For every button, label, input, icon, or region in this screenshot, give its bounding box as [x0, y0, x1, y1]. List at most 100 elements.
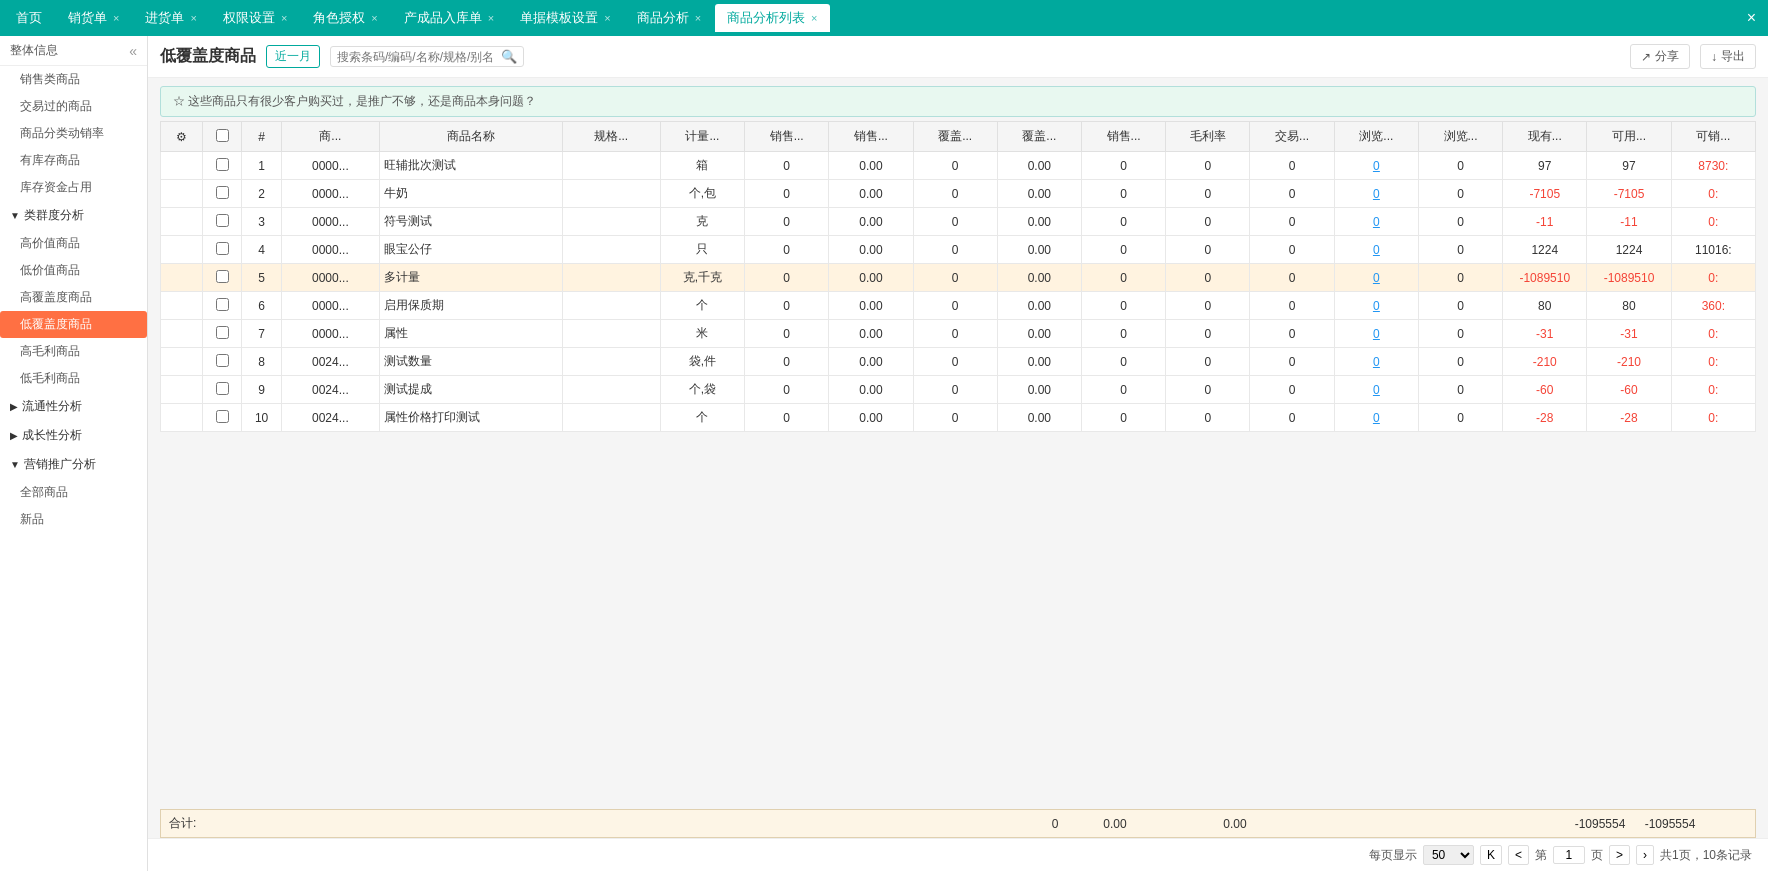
cell-checkbox[interactable]	[203, 404, 242, 432]
sidebar-section-marketing[interactable]: ▼ 营销推广分析	[0, 450, 147, 479]
cell-checkbox[interactable]	[203, 152, 242, 180]
close-icon[interactable]: ×	[190, 12, 196, 24]
row-checkbox[interactable]	[216, 382, 229, 395]
close-icon[interactable]: ×	[811, 12, 817, 24]
sidebar-item-stock-goods[interactable]: 有库存商品	[0, 147, 147, 174]
close-icon[interactable]: ×	[371, 12, 377, 24]
col-gross-header[interactable]: 毛利率	[1166, 122, 1250, 152]
next-page-button[interactable]: >	[1609, 845, 1630, 865]
close-icon[interactable]: ×	[695, 12, 701, 24]
nav-tab-purchase[interactable]: 进货单 ×	[133, 4, 208, 32]
col-name-header[interactable]: 商品名称	[380, 122, 563, 152]
select-all-checkbox[interactable]	[216, 129, 229, 142]
sidebar-item-high-value[interactable]: 高价值商品	[0, 230, 147, 257]
page-number-input[interactable]	[1553, 846, 1585, 864]
sidebar-item-low-coverage[interactable]: 低覆盖度商品	[0, 311, 147, 338]
cell-checkbox[interactable]	[203, 180, 242, 208]
col-cover2-header[interactable]: 覆盖...	[997, 122, 1081, 152]
nav-tab-home[interactable]: 首页	[4, 4, 54, 32]
nav-tab-analysis[interactable]: 商品分析 ×	[625, 4, 713, 32]
row-checkbox[interactable]	[216, 270, 229, 283]
row-checkbox[interactable]	[216, 410, 229, 423]
last-page-button[interactable]: ›	[1636, 845, 1654, 865]
prev-page-button[interactable]: <	[1508, 845, 1529, 865]
sidebar-item-high-margin[interactable]: 高毛利商品	[0, 338, 147, 365]
table-container[interactable]: ⚙ # 商... 商品名称 规格... 计量... 销售... 销售... 覆盖…	[160, 121, 1756, 809]
cell-browse1[interactable]: 0	[1334, 152, 1418, 180]
col-browse1-header[interactable]: 浏览...	[1334, 122, 1418, 152]
nav-tab-roles[interactable]: 角色授权 ×	[301, 4, 389, 32]
cell-checkbox[interactable]	[203, 292, 242, 320]
nav-tab-perms[interactable]: 权限设置 ×	[211, 4, 299, 32]
search-input[interactable]	[337, 50, 497, 64]
sidebar-item-low-value[interactable]: 低价值商品	[0, 257, 147, 284]
col-spec-header[interactable]: 规格...	[562, 122, 660, 152]
nav-tab-template[interactable]: 单据模板设置 ×	[508, 4, 622, 32]
col-settings[interactable]: ⚙	[161, 122, 203, 152]
export-button[interactable]: ↓ 导出	[1700, 44, 1756, 69]
first-page-button[interactable]: K	[1480, 845, 1502, 865]
close-icon[interactable]: ×	[281, 12, 287, 24]
cell-browse1[interactable]: 0	[1334, 348, 1418, 376]
nav-tab-analysis-list[interactable]: 商品分析列表 ×	[715, 4, 829, 32]
row-checkbox[interactable]	[216, 242, 229, 255]
cell-browse1[interactable]: 0	[1334, 292, 1418, 320]
share-button[interactable]: ↗ 分享	[1630, 44, 1690, 69]
sidebar-item-category-rate[interactable]: 商品分类动销率	[0, 120, 147, 147]
cell-salable: 0:	[1671, 208, 1755, 236]
row-checkbox[interactable]	[216, 214, 229, 227]
nav-tab-sales[interactable]: 销货单 ×	[56, 4, 131, 32]
row-checkbox[interactable]	[216, 354, 229, 367]
cell-checkbox[interactable]	[203, 376, 242, 404]
col-select-all[interactable]	[203, 122, 242, 152]
nav-tab-products[interactable]: 产成品入库单 ×	[392, 4, 506, 32]
col-sales1-header[interactable]: 销售...	[745, 122, 829, 152]
page-size-select[interactable]: 50 100 200	[1423, 845, 1474, 865]
col-salable-header[interactable]: 可销...	[1671, 122, 1755, 152]
sidebar-section-growth[interactable]: ▶ 成长性分析	[0, 421, 147, 450]
col-trade-header[interactable]: 交易...	[1250, 122, 1334, 152]
sidebar-item-high-coverage[interactable]: 高覆盖度商品	[0, 284, 147, 311]
close-icon[interactable]: ×	[113, 12, 119, 24]
col-browse2-header[interactable]: 浏览...	[1418, 122, 1502, 152]
sidebar-item-traded-goods[interactable]: 交易过的商品	[0, 93, 147, 120]
cell-checkbox[interactable]	[203, 236, 242, 264]
col-code-header[interactable]: 商...	[281, 122, 379, 152]
cell-browse1[interactable]: 0	[1334, 376, 1418, 404]
sidebar-item-new-goods[interactable]: 新品	[0, 506, 147, 533]
col-available-header[interactable]: 可用...	[1587, 122, 1671, 152]
cell-browse1[interactable]: 0	[1334, 320, 1418, 348]
sidebar-item-stock-capital[interactable]: 库存资金占用	[0, 174, 147, 201]
row-checkbox[interactable]	[216, 298, 229, 311]
sidebar-item-all-goods[interactable]: 全部商品	[0, 479, 147, 506]
col-current-header[interactable]: 现有...	[1503, 122, 1587, 152]
col-unit-header[interactable]: 计量...	[660, 122, 744, 152]
cell-browse1[interactable]: 0	[1334, 208, 1418, 236]
cell-browse1[interactable]: 0	[1334, 180, 1418, 208]
cell-browse1[interactable]: 0	[1334, 404, 1418, 432]
col-sales2-header[interactable]: 销售...	[829, 122, 913, 152]
cell-checkbox[interactable]	[203, 320, 242, 348]
cell-browse1[interactable]: 0	[1334, 264, 1418, 292]
cell-checkbox[interactable]	[203, 264, 242, 292]
sidebar-item-low-margin[interactable]: 低毛利商品	[0, 365, 147, 392]
cell-browse2: 0	[1418, 320, 1502, 348]
cell-browse1[interactable]: 0	[1334, 236, 1418, 264]
col-cover1-header[interactable]: 覆盖...	[913, 122, 997, 152]
sidebar-section-flow[interactable]: ▶ 流通性分析	[0, 392, 147, 421]
sidebar-item-sales-goods[interactable]: 销售类商品	[0, 66, 147, 93]
col-sales3-header[interactable]: 销售...	[1081, 122, 1165, 152]
close-icon[interactable]: ×	[488, 12, 494, 24]
cell-sales1: 0	[745, 292, 829, 320]
period-button[interactable]: 近一月	[266, 45, 320, 68]
cell-checkbox[interactable]	[203, 348, 242, 376]
row-checkbox[interactable]	[216, 158, 229, 171]
window-close-button[interactable]: ×	[1739, 9, 1764, 27]
cell-checkbox[interactable]	[203, 208, 242, 236]
row-checkbox[interactable]	[216, 186, 229, 199]
row-checkbox[interactable]	[216, 326, 229, 339]
close-icon[interactable]: ×	[604, 12, 610, 24]
sidebar-collapse-button[interactable]: «	[129, 43, 137, 59]
search-icon[interactable]: 🔍	[501, 49, 517, 64]
sidebar-section-cluster[interactable]: ▼ 类群度分析	[0, 201, 147, 230]
